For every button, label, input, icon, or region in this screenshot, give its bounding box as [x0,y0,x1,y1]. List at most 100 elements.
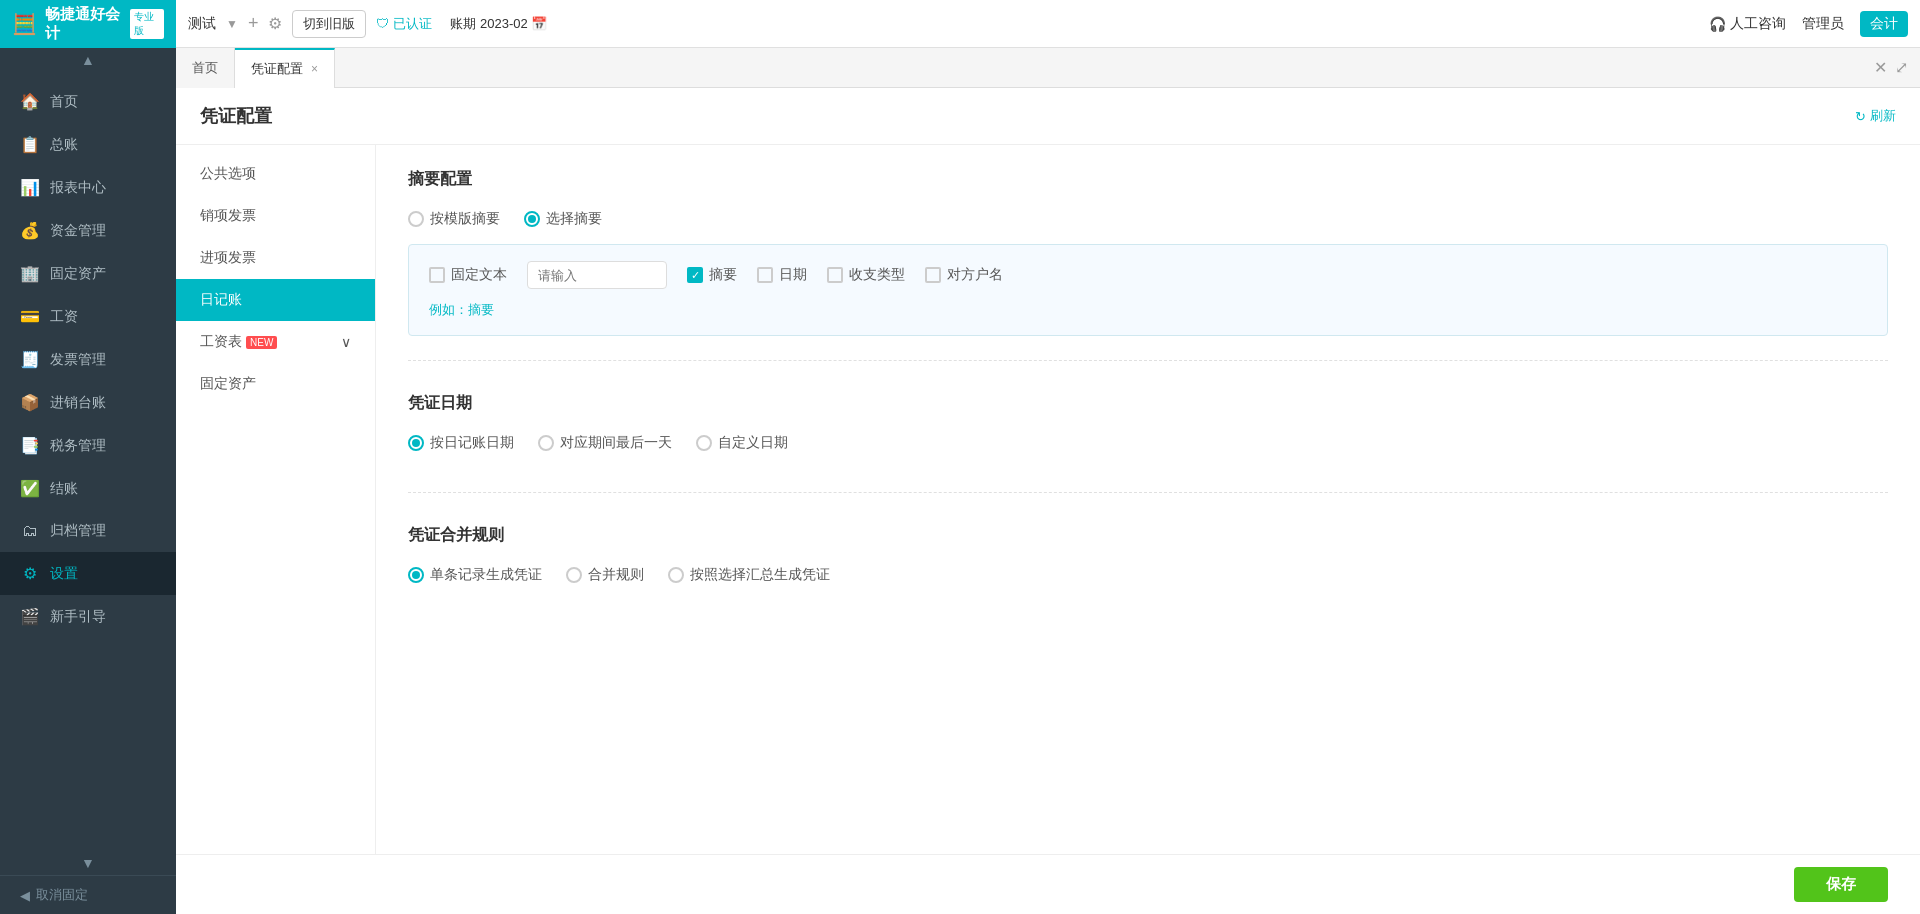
sidebar-icon-资金管理: 💰 [20,221,40,240]
left-nav-item-销项发票[interactable]: 销项发票 [176,195,375,237]
summary-config-box: 固定文本摘要日期收支类型对方户名例如：摘要 [408,244,1888,336]
switch-version-button[interactable]: 切到旧版 [292,10,366,38]
merge-radio-合并规则[interactable]: 合并规则 [566,566,644,584]
page-header: 凭证配置 ↻ 刷新 [176,88,1920,145]
tab-close-凭证配置[interactable]: × [311,62,318,76]
main-wrap: 首页凭证配置× ✕ ⤢ 凭证配置 ↻ 刷新 公共选项销项发票进项发票日记账工资表… [176,48,1920,914]
left-nav-item-进项发票[interactable]: 进项发票 [176,237,375,279]
sidebar-icon-结账: ✅ [20,479,40,498]
sidebar-item-新手引导[interactable]: 🎬新手引导 [0,595,176,638]
sidebar-icon-新手引导: 🎬 [20,607,40,626]
sidebar-item-资金管理[interactable]: 💰资金管理 [0,209,176,252]
content-area: 公共选项销项发票进项发票日记账工资表NEW∨固定资产 摘要配置 按模版摘要 选择… [176,145,1920,914]
sidebar: 🧮 畅捷通好会计 专业版 ▲ 🏠首页📋总账📊报表中心💰资金管理🏢固定资产💳工资🧾… [0,0,176,914]
sidebar-nav: 🏠首页📋总账📊报表中心💰资金管理🏢固定资产💳工资🧾发票管理📦进销台账📑税务管理✅… [0,72,176,851]
date-radio-自定义日期[interactable]: 自定义日期 [696,434,788,452]
sidebar-scroll-down[interactable]: ▼ [0,851,176,875]
admin-text[interactable]: 管理员 [1802,15,1844,33]
expand-panel-button[interactable]: ⤢ [1895,58,1908,77]
merge-radio-单条记录生成凭证[interactable]: 单条记录生成凭证 [408,566,542,584]
topbar: 测试 ▼ + ⚙ 切到旧版 🛡 已认证 账期 2023-02 📅 🎧 人工咨询 … [176,0,1920,48]
sidebar-icon-报表中心: 📊 [20,178,40,197]
checkbox-box [757,267,773,283]
checkbox-对方户名[interactable]: 对方户名 [925,266,1003,284]
summary-radio-选择摘要[interactable]: 选择摘要 [524,210,602,228]
topbar-right: 🎧 人工咨询 管理员 会计 [1709,11,1908,37]
sidebar-item-设置[interactable]: ⚙设置 [0,552,176,595]
period-label: 账期 2023-02 📅 [450,15,547,33]
save-button[interactable]: 保存 [1794,867,1888,902]
close-panel-button[interactable]: ✕ [1874,58,1887,77]
right-panel: 摘要配置 按模版摘要 选择摘要 固定文本摘要日期收支类型对方户名例如：摘要 凭证… [376,145,1920,914]
tab-首页[interactable]: 首页 [176,48,235,88]
date-section: 凭证日期 按日记账日期 对应期间最后一天 自定义日期 [408,393,1888,493]
checkbox-收支类型[interactable]: 收支类型 [827,266,905,284]
headset-icon: 🎧 [1709,16,1726,32]
summary-radio-按模版摘要[interactable]: 按模版摘要 [408,210,500,228]
date-title: 凭证日期 [408,393,1888,414]
sidebar-item-进销台账[interactable]: 📦进销台账 [0,381,176,424]
radio-circle [566,567,582,583]
sidebar-item-首页[interactable]: 🏠首页 [0,80,176,123]
tab-凭证配置[interactable]: 凭证配置× [235,48,335,88]
sidebar-icon-归档管理: 🗂 [20,522,40,540]
date-radio-按日记账日期[interactable]: 按日记账日期 [408,434,514,452]
radio-circle [696,435,712,451]
add-tab-button[interactable]: + [248,13,259,34]
sidebar-item-工资[interactable]: 💳工资 [0,295,176,338]
sidebar-item-总账[interactable]: 📋总账 [0,123,176,166]
tabbar: 首页凭证配置× ✕ ⤢ [176,48,1920,88]
logo-text: 畅捷通好会计 [45,5,122,43]
left-nav-item-固定资产[interactable]: 固定资产 [176,363,375,405]
radio-circle [524,211,540,227]
checkbox-摘要[interactable]: 摘要 [687,266,737,284]
refresh-icon: ↻ [1855,109,1866,124]
left-nav-item-公共选项[interactable]: 公共选项 [176,153,375,195]
accountant-badge[interactable]: 会计 [1860,11,1908,37]
pin-icon: ◀ [20,888,30,903]
tab-actions: ✕ ⤢ [1874,58,1920,77]
page-title: 凭证配置 [200,104,272,128]
sidebar-logo[interactable]: 🧮 畅捷通好会计 专业版 [0,0,176,48]
checkbox-日期[interactable]: 日期 [757,266,807,284]
settings-icon[interactable]: ⚙ [268,14,282,33]
sidebar-icon-设置: ⚙ [20,564,40,583]
sidebar-icon-进销台账: 📦 [20,393,40,412]
left-nav-item-日记账[interactable]: 日记账 [176,279,375,321]
summary-section: 摘要配置 按模版摘要 选择摘要 固定文本摘要日期收支类型对方户名例如：摘要 [408,169,1888,361]
sidebar-cancel-fixed[interactable]: ◀ 取消固定 [0,875,176,914]
verified-badge: 🛡 已认证 [376,15,432,33]
sidebar-item-归档管理[interactable]: 🗂归档管理 [0,510,176,552]
merge-section: 凭证合并规则 单条记录生成凭证 合并规则 按照选择汇总生成凭证 [408,525,1888,624]
fixed-text-input[interactable] [527,261,667,289]
sidebar-item-固定资产[interactable]: 🏢固定资产 [0,252,176,295]
radio-circle [408,435,424,451]
sidebar-icon-税务管理: 📑 [20,436,40,455]
checkbox-row: 固定文本 摘要 日期 收支类型 对方户名 [429,261,1867,289]
left-nav-item-工资表[interactable]: 工资表NEW∨ [176,321,375,363]
sidebar-item-税务管理[interactable]: 📑税务管理 [0,424,176,467]
sidebar-icon-工资: 💳 [20,307,40,326]
sidebar-item-发票管理[interactable]: 🧾发票管理 [0,338,176,381]
sidebar-item-结账[interactable]: ✅结账 [0,467,176,510]
sidebar-icon-固定资产: 🏢 [20,264,40,283]
sidebar-icon-总账: 📋 [20,135,40,154]
logo-icon: 🧮 [12,12,37,36]
project-dropdown-icon[interactable]: ▼ [226,17,238,31]
checkbox-box [429,267,445,283]
radio-circle [408,567,424,583]
radio-circle [668,567,684,583]
checkbox-box [827,267,843,283]
merge-radio-按照选择汇总生成凭证[interactable]: 按照选择汇总生成凭证 [668,566,830,584]
checkbox-固定文本[interactable]: 固定文本 [429,266,507,284]
sidebar-scroll-up[interactable]: ▲ [0,48,176,72]
consult-button[interactable]: 🎧 人工咨询 [1709,15,1786,33]
sidebar-item-报表中心[interactable]: 📊报表中心 [0,166,176,209]
checkbox-box [925,267,941,283]
summary-radio-group: 按模版摘要 选择摘要 [408,210,1888,228]
date-radio-对应期间最后一天[interactable]: 对应期间最后一天 [538,434,672,452]
summary-title: 摘要配置 [408,169,1888,190]
merge-title: 凭证合并规则 [408,525,1888,546]
refresh-button[interactable]: ↻ 刷新 [1855,107,1896,125]
shield-icon: 🛡 [376,16,389,31]
